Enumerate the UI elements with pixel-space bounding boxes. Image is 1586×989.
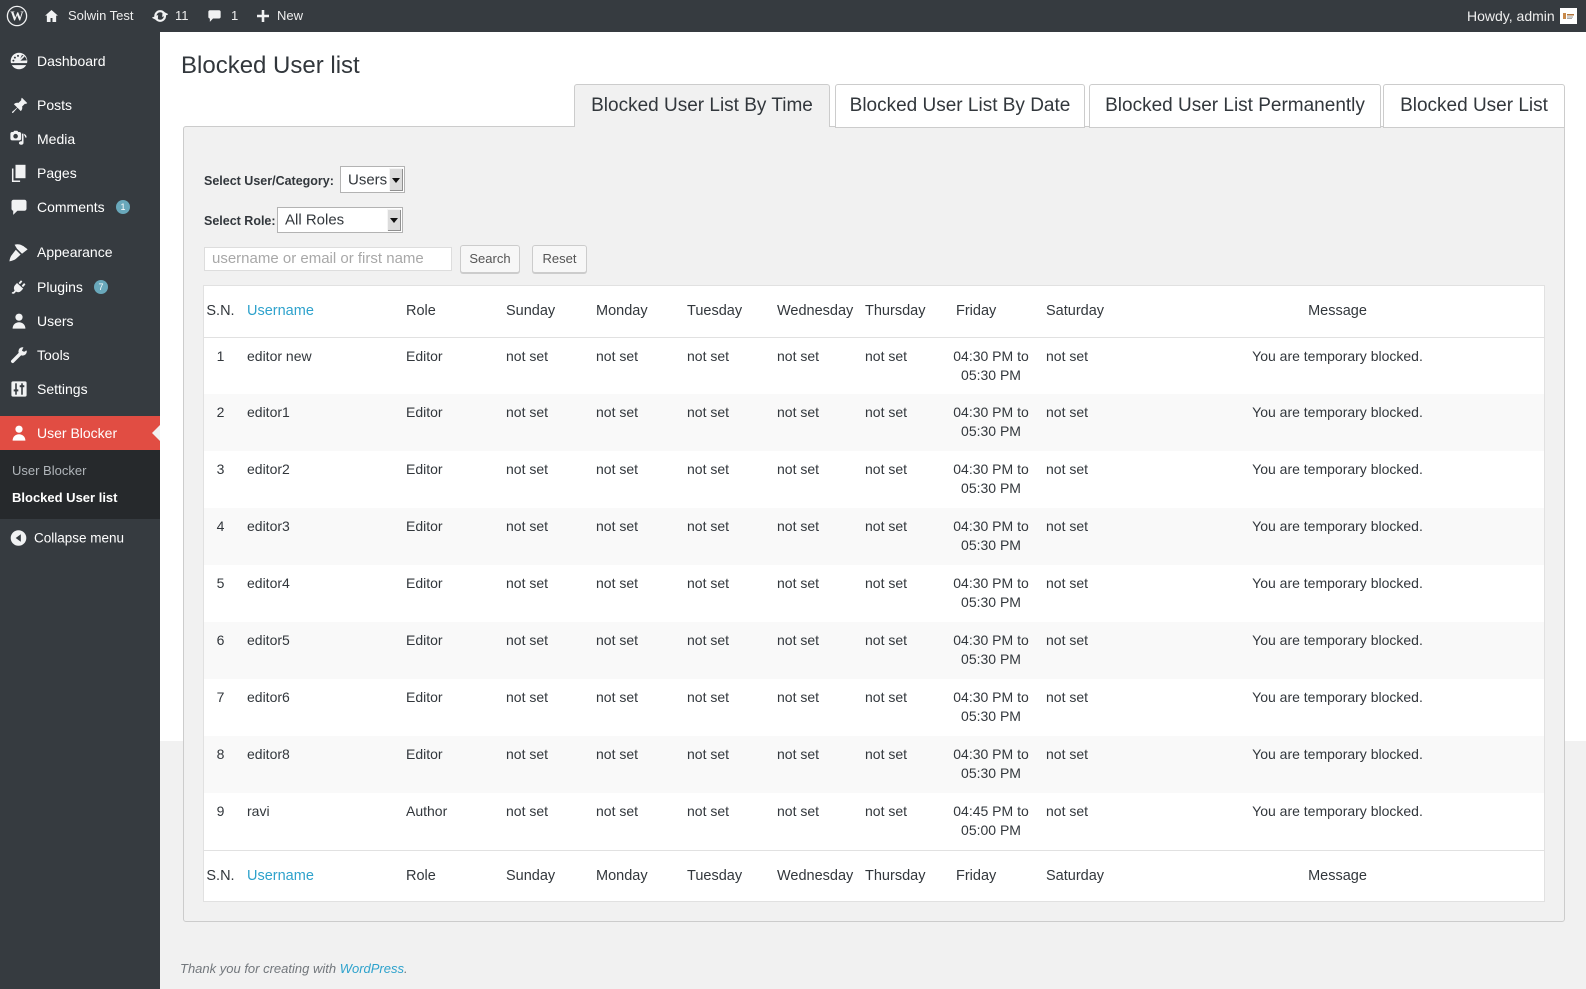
svg-text:W: W xyxy=(10,8,24,23)
